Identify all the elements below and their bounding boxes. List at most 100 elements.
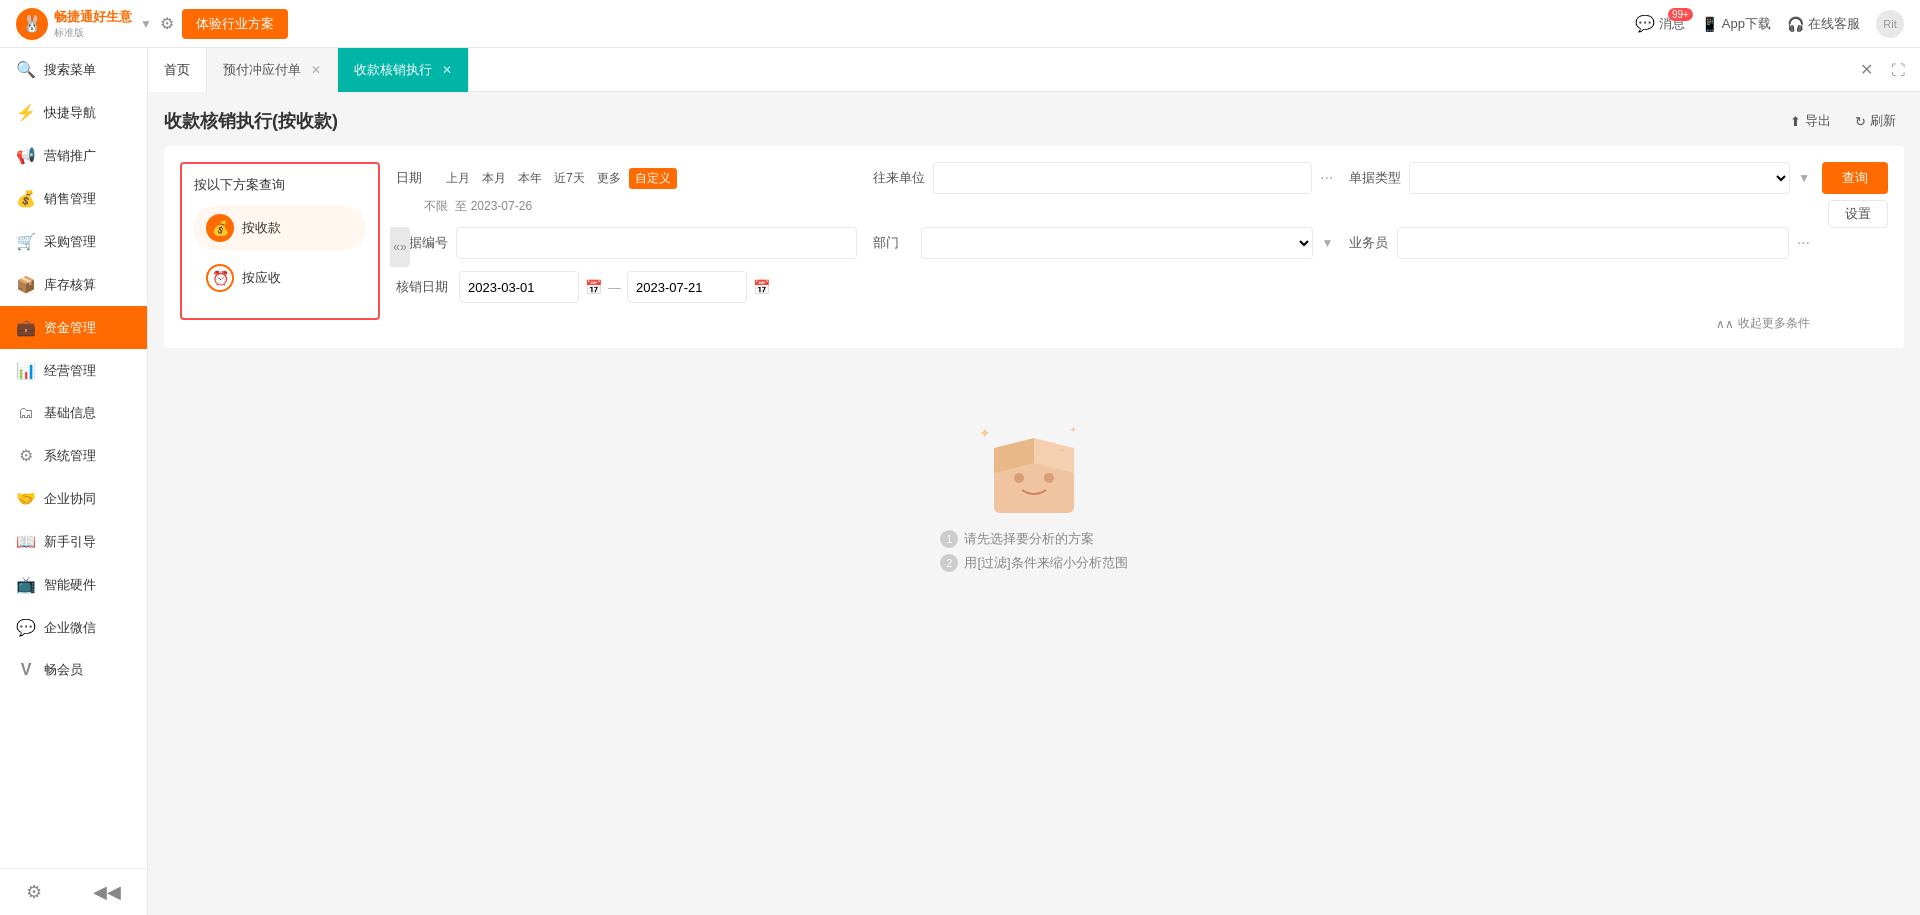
filter-option-by-receivable[interactable]: ⏰ 按应收	[194, 256, 366, 300]
sidebar-item-basic-info[interactable]: 🗂 基础信息	[0, 392, 147, 434]
page-header-actions: ⬆ 导出 ↻ 刷新	[1782, 108, 1904, 134]
form-actions: 查询 设置	[1822, 162, 1888, 228]
this-month-btn[interactable]: 本月	[478, 168, 510, 189]
sidebar-item-wechat[interactable]: 💬 企业微信	[0, 606, 147, 649]
empty-number-1: 1	[940, 530, 958, 548]
empty-hint-2: 2 用[过滤]条件来缩小分析范围	[940, 554, 1127, 572]
refresh-icon: ↻	[1855, 114, 1866, 129]
this-year-btn[interactable]: 本年	[514, 168, 546, 189]
app-logo-text: 畅捷通好生意 标准版	[54, 8, 132, 40]
header-left: 🐰 畅捷通好生意 标准版 ▼ ⚙ 体验行业方案	[16, 8, 288, 40]
user-profile[interactable]: Rit	[1876, 10, 1904, 38]
expand-tab-btn[interactable]: ⛶	[1884, 56, 1912, 84]
date-field: 日期 上月 本月 本年 近7天 更多 自定义	[396, 168, 857, 189]
tab-collection-close[interactable]: ✕	[442, 63, 452, 77]
sidebar-item-inventory[interactable]: 📦 库存核算	[0, 263, 147, 306]
verify-date-end-calendar-icon[interactable]: 📅	[753, 279, 770, 295]
sidebar-item-finance[interactable]: 💼 资金管理	[0, 306, 147, 349]
inventory-icon: 📦	[16, 275, 36, 294]
service-icon: 🎧	[1787, 16, 1804, 32]
verify-date-start-input[interactable]	[459, 271, 579, 303]
chevron-up-icon: ∧∧	[1716, 317, 1734, 331]
date-row: 日期 上月 本月 本年 近7天 更多 自定义	[396, 162, 1810, 194]
guide-icon: 📖	[16, 532, 36, 551]
header-gear-icon[interactable]: ⚙	[160, 14, 174, 33]
salesperson-label: 业务员	[1349, 234, 1389, 252]
sidebar-item-quick-nav[interactable]: ⚡ 快捷导航	[0, 91, 147, 134]
basic-info-icon: 🗂	[16, 404, 36, 422]
collapse-filter-panel-btn[interactable]: «»	[390, 227, 410, 267]
sidebar-item-sales[interactable]: 💰 销售管理	[0, 177, 147, 220]
finance-icon: 💼	[16, 318, 36, 337]
sidebar-item-system[interactable]: ⚙ 系统管理	[0, 434, 147, 477]
doc-type-select[interactable]	[1409, 162, 1790, 194]
sidebar-item-marketing[interactable]: 📢 营销推广	[0, 134, 147, 177]
sidebar-item-vip[interactable]: V 畅会员	[0, 649, 147, 691]
svg-text:✦: ✦	[1069, 424, 1077, 435]
department-select[interactable]	[921, 227, 1314, 259]
sidebar-item-purchase[interactable]: 🛒 采购管理	[0, 220, 147, 263]
wechat-icon: 💬	[16, 618, 36, 637]
tab-collection[interactable]: 收款核销执行 ✕	[338, 48, 469, 92]
collapse-sidebar-btn[interactable]: ◀◀	[93, 881, 121, 903]
query-btn[interactable]: 查询	[1822, 162, 1888, 194]
salesperson-input[interactable]	[1397, 227, 1788, 259]
sidebar-item-guide[interactable]: 📖 新手引导	[0, 520, 147, 563]
export-icon: ⬆	[1790, 114, 1801, 129]
custom-date-btn[interactable]: 自定义	[629, 168, 677, 189]
sales-icon: 💰	[16, 189, 36, 208]
marketing-icon: 📢	[16, 146, 36, 165]
operation-icon: 📊	[16, 361, 36, 380]
sidebar-item-cooperation[interactable]: 🤝 企业协同	[0, 477, 147, 520]
message-icon: 💬	[1635, 14, 1655, 33]
tab-bar: 首页 预付冲应付单 ✕ 收款核销执行 ✕ ✕ ⛶	[148, 48, 1920, 92]
department-field: 部门 ▼	[873, 227, 1334, 259]
sidebar-item-operation[interactable]: 📊 经营管理	[0, 349, 147, 392]
doc-number-input[interactable]	[456, 227, 857, 259]
refresh-btn[interactable]: ↻ 刷新	[1847, 108, 1904, 134]
online-service-btn[interactable]: 🎧 在线客服	[1787, 15, 1860, 33]
top-header: 🐰 畅捷通好生意 标准版 ▼ ⚙ 体验行业方案 💬 消息 99+ 📱 App下载…	[0, 0, 1920, 48]
content-area: 首页 预付冲应付单 ✕ 收款核销执行 ✕ ✕ ⛶ 收款核销执行(按收款)	[148, 48, 1920, 915]
sidebar-bottom: ⚙ ◀◀	[0, 868, 147, 915]
doc-number-field: 单据编号	[396, 227, 857, 259]
settings-bottom-icon[interactable]: ⚙	[26, 881, 42, 903]
search-form: 日期 上月 本月 本年 近7天 更多 自定义	[396, 162, 1888, 332]
verify-date-start-calendar-icon[interactable]: 📅	[585, 279, 602, 295]
last-7-days-btn[interactable]: 近7天	[550, 168, 589, 189]
industry-solution-btn[interactable]: 体验行业方案	[182, 9, 288, 39]
verify-date-end-input[interactable]	[627, 271, 747, 303]
tab-prepay-close[interactable]: ✕	[311, 63, 321, 77]
search-menu-icon: 🔍	[16, 60, 36, 79]
verify-date-field: 核销日期 📅 — 📅	[396, 271, 1810, 303]
main-card: 按以下方案查询 💰 按收款 ⏰ 按应收 «»	[164, 146, 1904, 348]
department-label: 部门	[873, 234, 913, 252]
header-dropdown-icon[interactable]: ▼	[140, 17, 152, 31]
export-btn[interactable]: ⬆ 导出	[1782, 108, 1839, 134]
settings-btn[interactable]: 设置	[1828, 200, 1888, 228]
messages-btn[interactable]: 💬 消息 99+	[1635, 14, 1685, 33]
sidebar-item-hardware[interactable]: 📺 智能硬件	[0, 563, 147, 606]
cooperation-icon: 🤝	[16, 489, 36, 508]
salesperson-more-btn[interactable]: ···	[1797, 234, 1810, 252]
collapse-more-conditions[interactable]: ∧∧ 收起更多条件	[396, 315, 1810, 332]
app-logo-icon: 🐰	[16, 8, 48, 40]
counterpart-label: 往来单位	[873, 169, 925, 187]
svg-point-4	[1044, 473, 1054, 483]
sidebar-item-search-menu[interactable]: 🔍 搜索菜单	[0, 48, 147, 91]
tab-prepay[interactable]: 预付冲应付单 ✕	[207, 48, 338, 92]
counterpart-input[interactable]	[933, 162, 1312, 194]
close-tab-btn[interactable]: ✕	[1852, 56, 1880, 84]
svg-text:✦: ✦	[1059, 446, 1066, 455]
counterpart-more-btn[interactable]: ···	[1320, 169, 1333, 187]
empty-svg: ✦ ✦ ✦	[974, 408, 1094, 518]
purchase-icon: 🛒	[16, 232, 36, 251]
more-btn[interactable]: 更多	[593, 168, 625, 189]
tab-home[interactable]: 首页	[148, 48, 207, 92]
message-badge: 99+	[1668, 8, 1693, 21]
last-month-btn[interactable]: 上月	[442, 168, 474, 189]
filter-panel: 按以下方案查询 💰 按收款 ⏰ 按应收	[180, 162, 380, 320]
app-download-btn[interactable]: 📱 App下载	[1701, 15, 1771, 33]
verify-date-label: 核销日期	[396, 278, 451, 296]
filter-option-by-collection[interactable]: 💰 按收款	[194, 206, 366, 250]
